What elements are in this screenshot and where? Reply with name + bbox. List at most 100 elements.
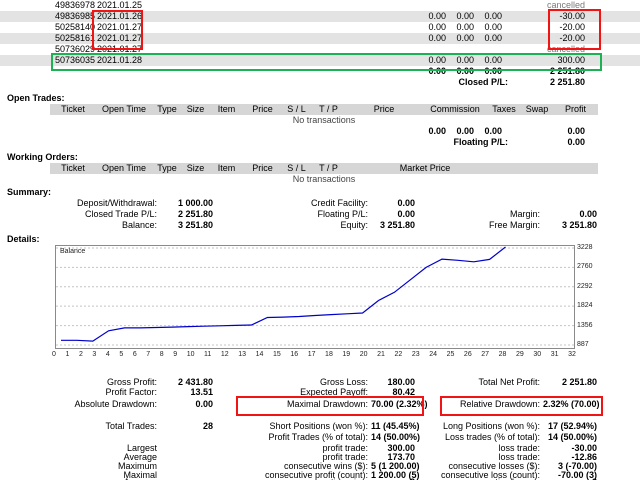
mt4-statement-report: 49836978 2021.01.25 cancelled 49836985 2… <box>0 0 640 480</box>
col-tp: T / P <box>319 163 338 173</box>
trade-swap: 0.00 <box>484 22 502 32</box>
floating-pl-label: Floating P/L: <box>453 137 509 147</box>
stat-value: 28 <box>202 421 213 431</box>
totals-profit: 2 251.80 <box>549 66 585 76</box>
stat-value: 14 (50.00%) <box>547 432 597 442</box>
col-size: Size <box>186 104 205 114</box>
trade-open-time: 2021.01.27 <box>97 44 143 54</box>
table-row: 50736029 2021.01.27 cancelled <box>0 44 640 55</box>
x-tick-label: 28 <box>498 351 507 358</box>
stat-value: 13.51 <box>190 387 213 397</box>
x-tick-label: 17 <box>307 351 316 358</box>
stat-value: 14 (50.00%) <box>371 432 421 442</box>
stat-value: 17 (52.94%) <box>547 421 597 431</box>
col-type: Type <box>157 163 177 173</box>
x-tick-label: 12 <box>220 351 229 358</box>
x-tick-label: 0 <box>52 351 56 358</box>
floating-pl-row: Floating P/L: 0.00 <box>0 137 640 148</box>
working-orders-header: Ticket Open Time Type Size Item Price S … <box>50 163 598 174</box>
x-tick-label: 23 <box>411 351 420 358</box>
trade-taxes: 0.00 <box>456 22 474 32</box>
summary-row: Deposit/Withdrawal: 1 000.00 Credit Faci… <box>0 198 600 209</box>
x-tick-label: 25 <box>446 351 455 358</box>
trade-profit: -30.00 <box>559 11 585 21</box>
col-taxes: Taxes <box>492 104 516 114</box>
x-tick-label: 14 <box>255 351 264 358</box>
stat-label: Profit Factor: <box>105 387 157 397</box>
summary-value: 3 251.80 <box>561 220 597 230</box>
col-item: Item <box>217 104 236 114</box>
x-tick-label: 27 <box>481 351 490 358</box>
summary-label: Equity: <box>340 220 368 230</box>
trade-taxes: 0.00 <box>456 11 474 21</box>
x-tick-label: 18 <box>325 351 333 358</box>
x-tick-label: 2 <box>78 351 83 358</box>
summary-value: 3 251.80 <box>379 220 415 230</box>
table-row: 50736035 2021.01.28 0.00 0.00 0.00 300.0… <box>0 55 640 66</box>
totals-taxes: 0.00 <box>456 66 474 76</box>
floating-pl-value: 0.00 <box>567 137 585 147</box>
x-tick-label: 10 <box>186 351 195 358</box>
closed-pl-value: 2 251.80 <box>549 77 585 87</box>
stats-row: Profit Factor: 13.51 Expected Payoff: 80.4… <box>0 387 600 398</box>
y-tick-label: 3228 <box>577 244 593 251</box>
summary-value: 3 251.80 <box>177 220 213 230</box>
summary-value: 0.00 <box>579 209 597 219</box>
col-type: Type <box>157 104 177 114</box>
summary-label: Deposit/Withdrawal: <box>76 198 157 208</box>
stat-label: Maximal Drawdown: <box>286 399 368 409</box>
x-tick-label: 22 <box>394 351 403 358</box>
col-price: Price <box>252 163 273 173</box>
open-trades-title: Open Trades: <box>7 93 65 103</box>
stat-value: 80.42 <box>392 387 415 397</box>
trade-commission: 0.00 <box>428 33 446 43</box>
open-trades-header: Ticket Open Time Type Size Item Price S … <box>50 104 598 115</box>
y-tick-label: 887 <box>577 341 589 348</box>
totals-taxes: 0.00 <box>456 126 474 136</box>
x-tick-label: 9 <box>173 351 178 358</box>
summary-value: 0.00 <box>397 198 415 208</box>
x-tick-label: 16 <box>290 351 299 358</box>
x-tick-label: 15 <box>272 351 281 358</box>
x-tick-label: 32 <box>568 351 576 358</box>
balance-chart-plot <box>55 245 575 349</box>
trade-profit: -20.00 <box>559 33 585 43</box>
open-trades-empty: No transactions <box>292 115 356 125</box>
stat-value: 11 (45.45%) <box>371 421 420 431</box>
trade-swap: 0.00 <box>484 55 502 65</box>
stat-label: Expected Payoff: <box>300 387 368 397</box>
stat-value: 0.00 <box>195 399 213 409</box>
totals-profit: 0.00 <box>567 126 585 136</box>
col-item: Item <box>217 163 236 173</box>
details-title: Details: <box>7 234 40 244</box>
balance-chart-label: Balance <box>60 248 86 255</box>
trade-open-time: 2021.01.27 <box>97 33 143 43</box>
chart-x-axis: 0 1 2 3 4 5 6 7 8 9 10 11 12 13 14 15 16 17 18 19 20 21 22 23 24… <box>52 351 576 359</box>
trade-swap: 0.00 <box>484 33 502 43</box>
col-commission: Commission <box>430 104 480 114</box>
x-tick-label: 30 <box>533 351 542 358</box>
x-tick-label: 31 <box>550 351 559 358</box>
col-profit: Profit <box>564 104 586 114</box>
x-tick-label: 5 <box>119 351 124 358</box>
x-tick-label: 3 <box>92 351 97 358</box>
col-price: Price <box>252 104 273 114</box>
stat-label: Loss trades (% of total): <box>444 432 540 442</box>
stat-label: Short Positions (won %): <box>269 421 368 431</box>
trade-open-time: 2021.01.27 <box>97 22 143 32</box>
summary-label: Balance: <box>121 220 157 230</box>
trade-commission: 0.00 <box>428 55 446 65</box>
stat-label: Long Positions (won %): <box>442 421 540 431</box>
table-row: 49836978 2021.01.25 cancelled <box>0 0 640 11</box>
x-tick-label: 24 <box>429 351 437 358</box>
totals-row: 0.00 0.00 0.00 2 251.80 <box>0 66 640 77</box>
x-tick-label: 7 <box>146 351 151 358</box>
trade-commission: 0.00 <box>428 22 446 32</box>
trade-profit: 300.00 <box>557 55 585 65</box>
y-tick-label: 1824 <box>577 302 593 310</box>
stat-value: 70.00 (2.32%) <box>371 399 428 409</box>
col-sl: S / L <box>287 104 306 114</box>
x-tick-label: 8 <box>159 351 164 358</box>
trade-taxes: 0.00 <box>456 55 474 65</box>
totals-swap: 0.00 <box>484 66 502 76</box>
